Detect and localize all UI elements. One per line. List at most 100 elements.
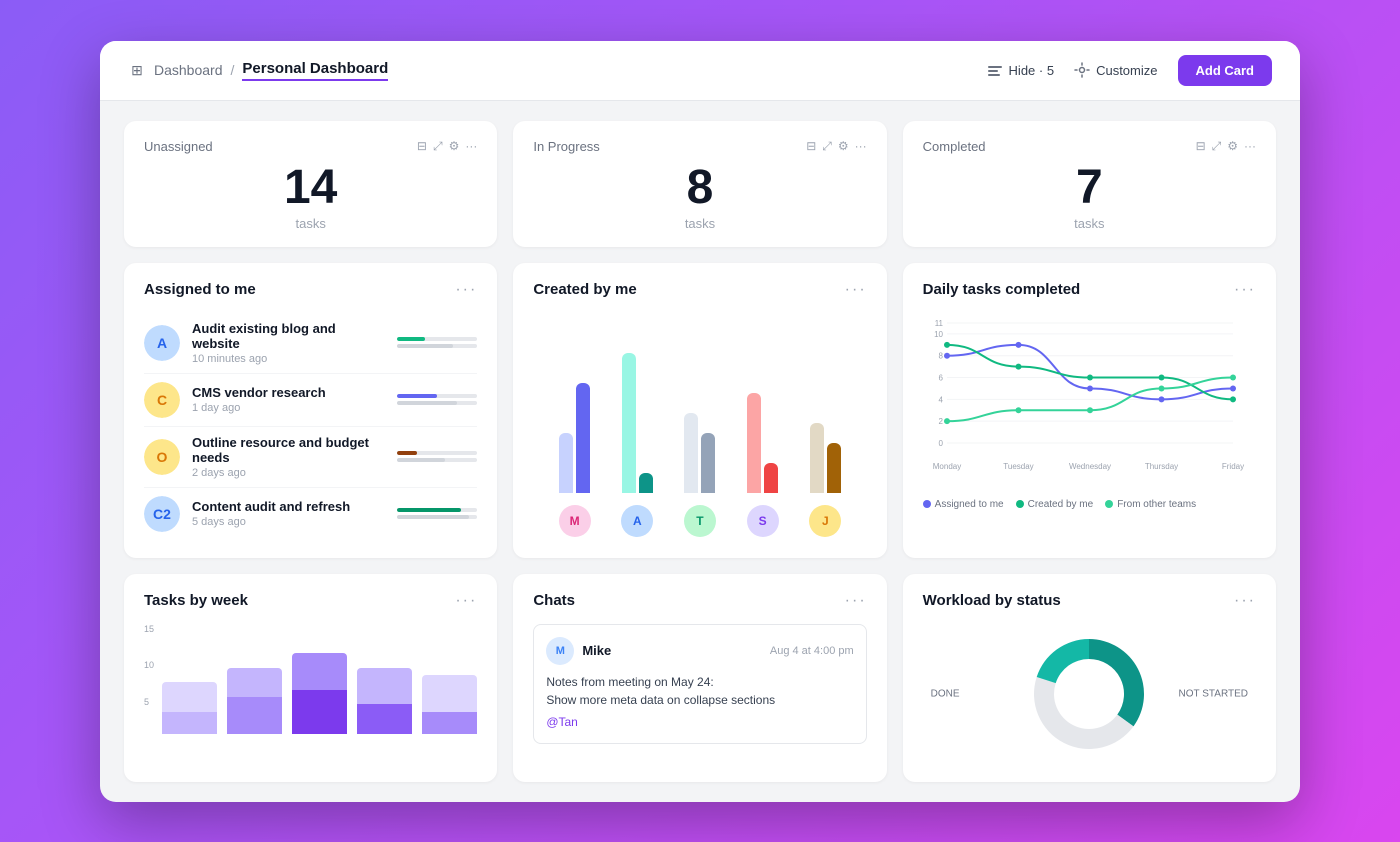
bar-wrapper-3 (747, 393, 778, 493)
expand-icon-0[interactable]: ⤢ (433, 139, 443, 154)
header: ⊞ Dashboard / Personal Dashboard Hide · … (100, 41, 1300, 101)
progress-bar-top-2 (397, 451, 477, 455)
task-progress-3 (397, 508, 477, 519)
bar-3-1 (764, 463, 778, 493)
settings-icon-2[interactable]: ⚙ (1227, 139, 1238, 154)
created-avatar-3: S (747, 505, 779, 537)
stat-title-1: In Progress (533, 139, 599, 154)
progress-bar-top-3 (397, 508, 477, 512)
settings-icon-1[interactable]: ⚙ (838, 139, 849, 154)
stat-card-0: Unassigned ⊟ ⤢ ⚙ ··· 14 tasks (124, 121, 497, 247)
line-chart-svg: 024681011MondayTuesdayWednesdayThursdayF… (923, 313, 1256, 483)
daily-tasks-header: Daily tasks completed ··· (923, 281, 1256, 299)
svg-text:Tuesday: Tuesday (1003, 462, 1033, 471)
task-list: A Audit existing blog and website 10 min… (144, 313, 477, 540)
filter-icon-1[interactable]: ⊟ (806, 139, 816, 154)
created-title: Created by me (533, 281, 636, 298)
chat-name: Mike (582, 643, 611, 658)
legend-item-2: From other teams (1105, 499, 1196, 510)
created-menu-button[interactable]: ··· (845, 281, 867, 299)
bar-segment-3-1 (357, 668, 412, 705)
stacked-bar-2 (292, 653, 347, 734)
stacked-bar-3 (357, 668, 412, 734)
main-content: Unassigned ⊟ ⤢ ⚙ ··· 14 tasks In Progres… (100, 101, 1300, 802)
progress-fill-bot-3 (397, 515, 469, 519)
workload-notstarted-label: NOT STARTED (1179, 688, 1248, 699)
expand-icon-2[interactable]: ⤢ (1212, 139, 1222, 154)
legend-dot-1 (1016, 500, 1024, 508)
task-progress-0 (397, 337, 477, 348)
expand-icon-1[interactable]: ⤢ (822, 139, 832, 154)
chat-time: Aug 4 at 4:00 pm (770, 645, 854, 657)
created-by-me-card: Created by me ··· MATSJ (513, 263, 886, 558)
week-title: Tasks by week (144, 592, 248, 609)
breadcrumb-parent[interactable]: Dashboard (154, 62, 223, 78)
svg-text:Thursday: Thursday (1144, 462, 1177, 471)
task-progress-1 (397, 394, 477, 405)
customize-label: Customize (1096, 63, 1157, 78)
more-icon-0[interactable]: ··· (465, 139, 477, 154)
chat-tag[interactable]: @Tan (546, 713, 853, 731)
chats-card: Chats ··· M Mike Aug 4 at 4:00 pm Notes … (513, 574, 886, 782)
progress-fill-bot-0 (397, 344, 453, 348)
stats-row: Unassigned ⊟ ⤢ ⚙ ··· 14 tasks In Progres… (124, 121, 1276, 247)
task-info-2: Outline resource and budget needs 2 days… (192, 435, 385, 479)
task-item: O Outline resource and budget needs 2 da… (144, 427, 477, 488)
hide-label: Hide · 5 (1009, 63, 1055, 78)
stat-label-0: tasks (144, 216, 477, 231)
stat-title-0: Unassigned (144, 139, 213, 154)
filter-icon-0[interactable]: ⊟ (417, 139, 427, 154)
daily-menu-button[interactable]: ··· (1234, 281, 1256, 299)
more-icon-1[interactable]: ··· (855, 139, 867, 154)
bar-wrapper-1 (622, 353, 653, 493)
customize-button[interactable]: Customize (1074, 62, 1157, 78)
legend-label-2: From other teams (1117, 499, 1196, 510)
breadcrumb-separator: / (231, 62, 235, 78)
add-card-button[interactable]: Add Card (1178, 55, 1273, 86)
bar-4-1 (827, 443, 841, 493)
bar-wrapper-0 (559, 383, 590, 493)
progress-bar-top-1 (397, 394, 477, 398)
legend-item-0: Assigned to me (923, 499, 1004, 510)
week-menu-button[interactable]: ··· (455, 592, 477, 610)
bar-segment-2-0 (292, 690, 347, 734)
breadcrumb: ⊞ Dashboard / Personal Dashboard (128, 60, 388, 81)
svg-text:8: 8 (938, 351, 943, 360)
settings-icon-0[interactable]: ⚙ (449, 139, 460, 154)
progress-fill-top-0 (397, 337, 425, 341)
bar-segment-3-0 (357, 704, 412, 733)
week-bar-group-0 (162, 682, 217, 733)
created-avatar-4: J (809, 505, 841, 537)
stat-header-0: Unassigned ⊟ ⤢ ⚙ ··· (144, 139, 477, 154)
hide-icon (987, 62, 1003, 78)
chats-menu-button[interactable]: ··· (845, 592, 867, 610)
svg-text:6: 6 (938, 373, 943, 382)
task-name-3: Content audit and refresh (192, 499, 385, 514)
stat-icons-1: ⊟ ⤢ ⚙ ··· (806, 139, 866, 154)
stat-header-1: In Progress ⊟ ⤢ ⚙ ··· (533, 139, 866, 154)
hide-button[interactable]: Hide · 5 (987, 62, 1055, 78)
progress-fill-top-2 (397, 451, 417, 455)
chat-body: Notes from meeting on May 24: Show more … (546, 673, 853, 731)
chart-bar-group-4 (810, 423, 841, 493)
stat-header-2: Completed ⊟ ⤢ ⚙ ··· (923, 139, 1256, 154)
bar-1-1 (639, 473, 653, 493)
svg-text:10: 10 (934, 329, 943, 338)
filter-icon-2[interactable]: ⊟ (1196, 139, 1206, 154)
created-avatars: MATSJ (533, 505, 866, 537)
svg-text:Friday: Friday (1222, 462, 1244, 471)
task-item: C2 Content audit and refresh 5 days ago (144, 488, 477, 540)
stat-label-2: tasks (923, 216, 1256, 231)
middle-row: Assigned to me ··· A Audit existing blog… (124, 263, 1276, 558)
more-icon-2[interactable]: ··· (1244, 139, 1256, 154)
progress-fill-bot-2 (397, 458, 445, 462)
task-avatar-2: O (144, 439, 180, 475)
progress-bar-bot-2 (397, 458, 477, 462)
line-chart-container: 024681011MondayTuesdayWednesdayThursdayF… (923, 313, 1256, 493)
daily-tasks-title: Daily tasks completed (923, 281, 1081, 298)
workload-menu-button[interactable]: ··· (1234, 592, 1256, 610)
task-info-1: CMS vendor research 1 day ago (192, 385, 385, 414)
progress-fill-top-1 (397, 394, 437, 398)
assigned-menu-button[interactable]: ··· (455, 281, 477, 299)
task-time-0: 10 minutes ago (192, 353, 385, 365)
